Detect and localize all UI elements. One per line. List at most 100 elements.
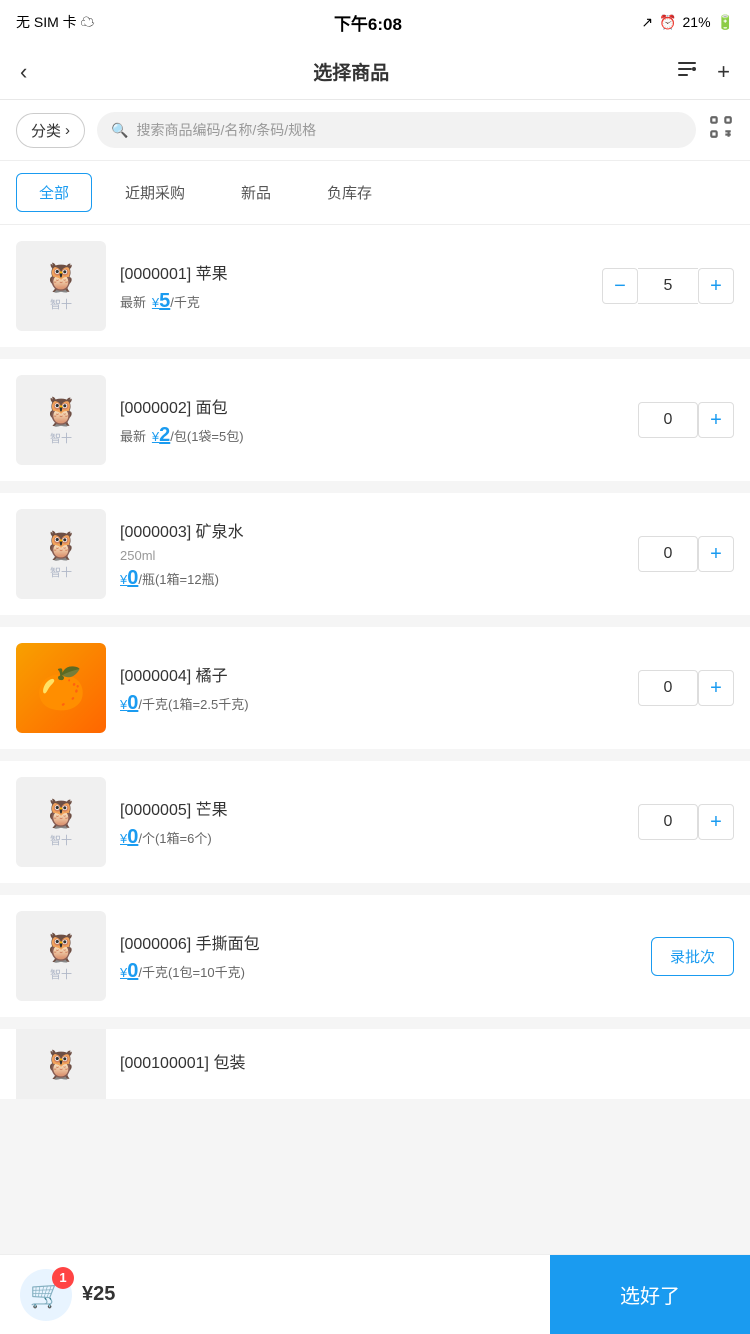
bottom-bar: 🛒 1 ¥25 选好了 bbox=[0, 1254, 750, 1334]
status-bar: 无 SIM 卡 ☁ 下午6:08 ↗ ⏰ 21% 🔋 bbox=[0, 0, 750, 44]
page-title: 选择商品 bbox=[313, 58, 389, 85]
product-price: ¥0/千克(1箱=2.5千克) bbox=[120, 692, 624, 715]
quantity-input[interactable] bbox=[638, 804, 698, 840]
product-thumbnail: 🦉 智十 bbox=[16, 509, 106, 599]
cart-area: 🛒 1 ¥25 bbox=[0, 1269, 550, 1321]
tab-negative-stock[interactable]: 负库存 bbox=[304, 173, 395, 212]
increase-button[interactable]: + bbox=[698, 670, 734, 706]
product-thumbnail: 🦉 智十 bbox=[16, 375, 106, 465]
owl-icon: 🦉 bbox=[44, 261, 79, 294]
battery-text: 21% bbox=[683, 14, 711, 30]
nav-bar: ‹ 选择商品 + bbox=[0, 44, 750, 100]
tab-new[interactable]: 新品 bbox=[218, 173, 294, 212]
product-thumbnail: 🦉 智十 bbox=[16, 777, 106, 867]
add-button[interactable]: + bbox=[717, 59, 730, 85]
list-item: 🦉 智十 [0000005] 芒果 ¥0/个(1箱=6个) + bbox=[0, 761, 750, 883]
quantity-control: + bbox=[638, 670, 734, 706]
product-name: [0000002] 面包 bbox=[120, 394, 624, 418]
tab-recent[interactable]: 近期采购 bbox=[102, 173, 208, 212]
list-item: 🦉 智十 [0000002] 面包 最新 ¥2/包(1袋=5包) + bbox=[0, 359, 750, 481]
category-label: 分类 bbox=[31, 120, 61, 141]
list-item: 🦉 [000100001] 包装 bbox=[0, 1029, 750, 1099]
increase-button[interactable]: + bbox=[698, 804, 734, 840]
category-button[interactable]: 分类 › bbox=[16, 113, 85, 148]
tab-all[interactable]: 全部 bbox=[16, 173, 92, 212]
owl-icon: 🦉 bbox=[44, 395, 79, 428]
scan-icon[interactable] bbox=[708, 114, 734, 146]
nav-left: ‹ bbox=[20, 59, 27, 85]
product-info: [0000002] 面包 最新 ¥2/包(1袋=5包) bbox=[120, 394, 624, 447]
owl-text: 智十 bbox=[50, 430, 72, 446]
owl-text: 智十 bbox=[50, 296, 72, 312]
product-info: [0000005] 芒果 ¥0/个(1箱=6个) bbox=[120, 796, 624, 849]
search-placeholder: 搜索商品编码/名称/条码/规格 bbox=[136, 120, 316, 140]
quantity-input[interactable] bbox=[638, 670, 698, 706]
owl-icon: 🦉 bbox=[44, 797, 79, 830]
product-name: [0000003] 矿泉水 bbox=[120, 518, 624, 542]
product-price: ¥0/瓶(1箱=12瓶) bbox=[120, 567, 624, 590]
list-item: 🦉 智十 [0000001] 苹果 最新 ¥5/千克 − + bbox=[0, 225, 750, 347]
owl-text: 智十 bbox=[50, 832, 72, 848]
cart-total: ¥25 bbox=[82, 1283, 115, 1306]
quantity-control: + bbox=[638, 804, 734, 840]
category-chevron-icon: › bbox=[65, 122, 70, 139]
quantity-input[interactable] bbox=[638, 268, 698, 304]
cart-badge: 1 bbox=[52, 1267, 74, 1289]
sim-text: 无 SIM 卡 ☁ bbox=[16, 12, 95, 32]
product-name: [000100001] 包装 bbox=[120, 1049, 734, 1073]
battery-icon: 🔋 bbox=[717, 14, 734, 31]
quantity-control: 录批次 bbox=[651, 937, 734, 976]
list-item: 🍊 [0000004] 橘子 ¥0/千克(1箱=2.5千克) + bbox=[0, 627, 750, 749]
cart-icon-wrap[interactable]: 🛒 1 bbox=[20, 1269, 72, 1321]
product-price: 最新 ¥5/千克 bbox=[120, 290, 588, 313]
quantity-control: + bbox=[638, 402, 734, 438]
search-icon: 🔍 bbox=[111, 122, 128, 139]
owl-icon: 🦉 bbox=[44, 529, 79, 562]
list-item: 🦉 智十 [0000003] 矿泉水 250ml ¥0/瓶(1箱=12瓶) + bbox=[0, 493, 750, 615]
decrease-button[interactable]: − bbox=[602, 268, 638, 304]
product-info: [000100001] 包装 bbox=[120, 1049, 734, 1079]
product-info: [0000001] 苹果 最新 ¥5/千克 bbox=[120, 260, 588, 313]
alarm-icon: ⏰ bbox=[659, 14, 676, 31]
location-icon: ↗ bbox=[641, 14, 653, 31]
product-thumbnail: 🦉 bbox=[16, 1029, 106, 1099]
product-thumbnail: 🦉 智十 bbox=[16, 911, 106, 1001]
quantity-input[interactable] bbox=[638, 402, 698, 438]
nav-right: + bbox=[675, 57, 730, 87]
tab-bar: 全部 近期采购 新品 负库存 bbox=[0, 161, 750, 225]
filter-bar: 分类 › 🔍 搜索商品编码/名称/条码/规格 bbox=[0, 100, 750, 161]
owl-icon: 🦉 bbox=[44, 1048, 79, 1081]
product-info: [0000004] 橘子 ¥0/千克(1箱=2.5千克) bbox=[120, 662, 624, 715]
product-thumbnail: 🍊 bbox=[16, 643, 106, 733]
filter-icon[interactable] bbox=[675, 57, 699, 87]
increase-button[interactable]: + bbox=[698, 402, 734, 438]
batch-button[interactable]: 录批次 bbox=[651, 937, 734, 976]
product-price: 最新 ¥2/包(1袋=5包) bbox=[120, 424, 624, 447]
owl-icon: 🦉 bbox=[44, 931, 79, 964]
search-box[interactable]: 🔍 搜索商品编码/名称/条码/规格 bbox=[97, 112, 696, 148]
confirm-button[interactable]: 选好了 bbox=[550, 1255, 750, 1334]
orange-image: 🍊 bbox=[16, 643, 106, 733]
increase-button[interactable]: + bbox=[698, 536, 734, 572]
product-spec: 250ml bbox=[120, 548, 624, 563]
product-thumbnail: 🦉 智十 bbox=[16, 241, 106, 331]
back-button[interactable]: ‹ bbox=[20, 59, 27, 85]
product-info: [0000006] 手撕面包 ¥0/千克(1包=10千克) bbox=[120, 930, 637, 983]
product-name: [0000006] 手撕面包 bbox=[120, 930, 637, 954]
quantity-control: + bbox=[638, 536, 734, 572]
status-left: 无 SIM 卡 ☁ bbox=[16, 12, 95, 32]
status-right: ↗ ⏰ 21% 🔋 bbox=[641, 14, 734, 31]
list-item: 🦉 智十 [0000006] 手撕面包 ¥0/千克(1包=10千克) 录批次 bbox=[0, 895, 750, 1017]
product-info: [0000003] 矿泉水 250ml ¥0/瓶(1箱=12瓶) bbox=[120, 518, 624, 590]
owl-text: 智十 bbox=[50, 966, 72, 982]
status-time: 下午6:08 bbox=[334, 10, 402, 35]
owl-text: 智十 bbox=[50, 564, 72, 580]
product-name: [0000005] 芒果 bbox=[120, 796, 624, 820]
product-price: ¥0/千克(1包=10千克) bbox=[120, 960, 637, 983]
product-price: ¥0/个(1箱=6个) bbox=[120, 826, 624, 849]
product-list: 🦉 智十 [0000001] 苹果 最新 ¥5/千克 − + 🦉 智十 bbox=[0, 225, 750, 1099]
quantity-input[interactable] bbox=[638, 536, 698, 572]
product-name: [0000001] 苹果 bbox=[120, 260, 588, 284]
quantity-control: − + bbox=[602, 268, 734, 304]
increase-button[interactable]: + bbox=[698, 268, 734, 304]
